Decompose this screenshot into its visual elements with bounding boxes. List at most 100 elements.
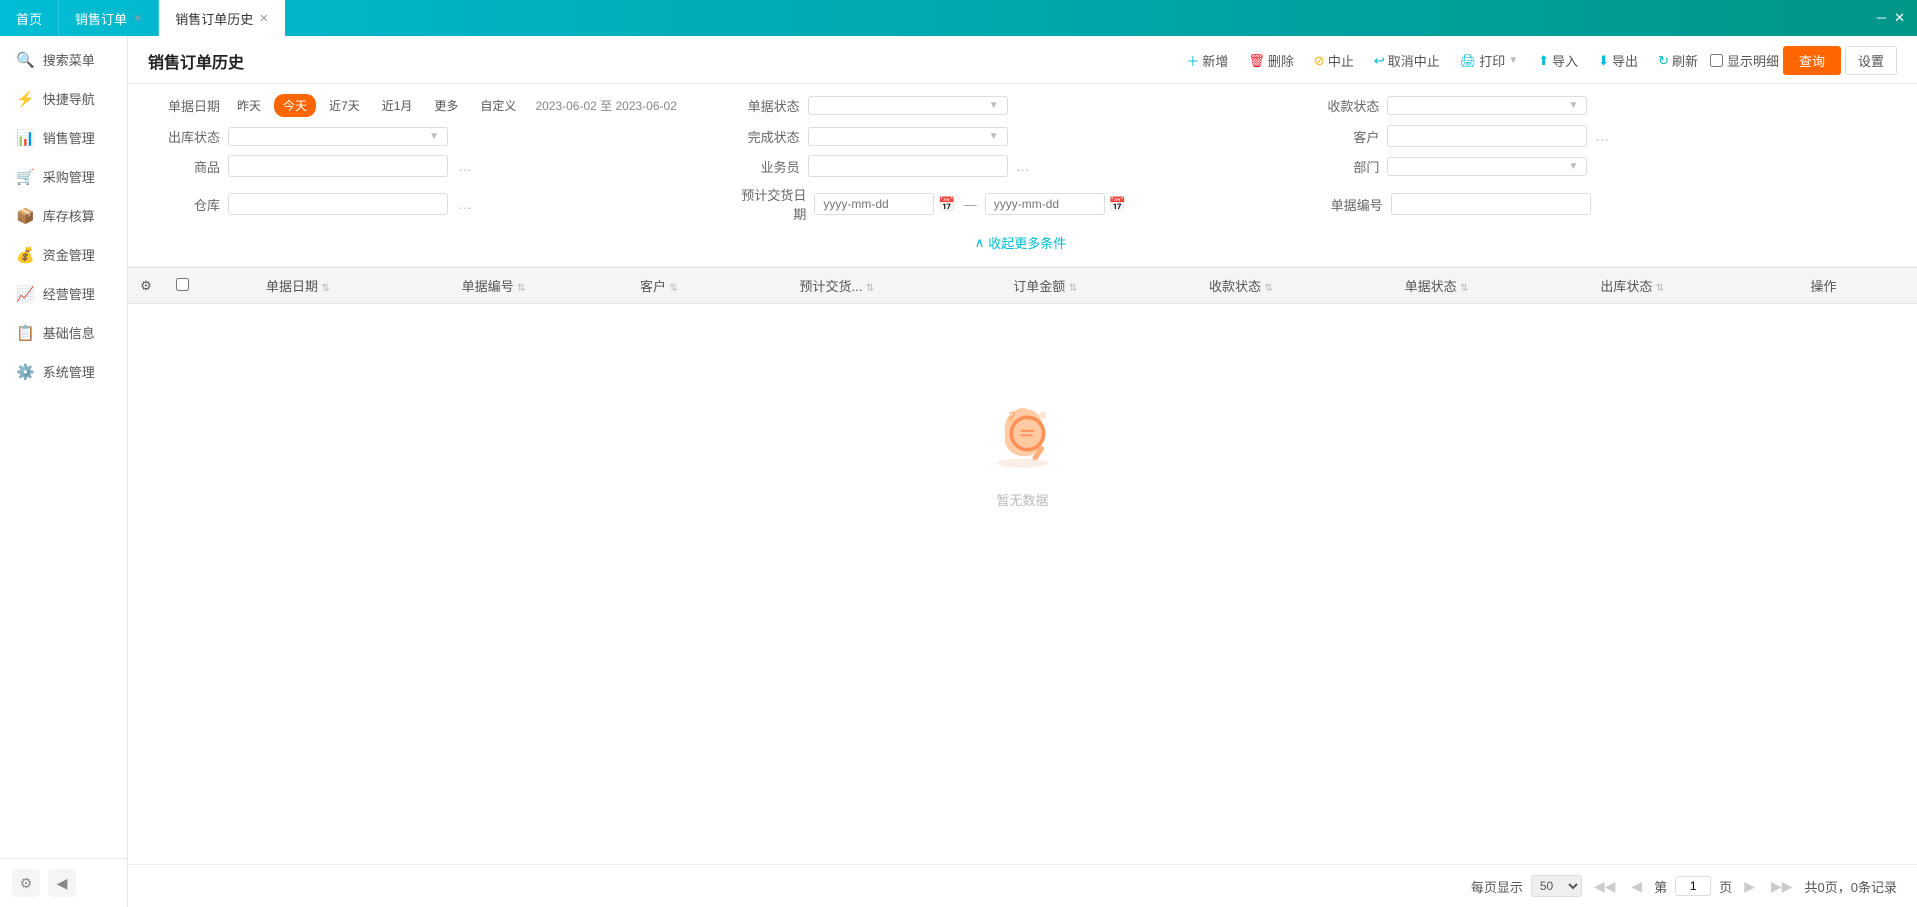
delivery-date-end-input[interactable] [985,193,1105,215]
settings-button[interactable]: 设置 [1845,46,1897,75]
export-button[interactable]: ⬇ 导出 [1590,47,1646,74]
tab-sales-history-label: 销售订单历史 [175,9,253,28]
tab-sales-history[interactable]: 销售订单历史 ✕ [159,0,285,36]
filter-row-1: 单据日期 昨天 今天 近7天 近1月 更多 自定义 2023-06-02 至 2… [148,94,1897,117]
tab-sales-history-close[interactable]: ✕ [259,12,268,25]
sidebar-settings-btn[interactable]: ⚙ [12,869,40,897]
sidebar-collapse-btn[interactable]: ◀ [48,869,76,897]
refresh-button[interactable]: ↻ 刷新 [1650,47,1706,74]
inventory-icon: 📦 [16,207,35,225]
warehouse-control: … [228,193,734,215]
empty-row: ? 暂无数据 [128,304,1917,550]
new-icon: ＋ [1186,51,1199,70]
cancel-stop-button[interactable]: ↩ 取消中止 [1366,47,1448,74]
col-customer[interactable]: 客户 ⇅ [591,268,726,304]
delete-button[interactable]: 🗑 删除 [1240,47,1302,74]
delete-label: 删除 [1268,51,1294,70]
date-shortcut-today[interactable]: 今天 [274,94,316,117]
warehouse-dots-btn[interactable]: … [454,196,476,212]
dept-arrow-icon: ▼ [1568,161,1578,172]
display-cols-input[interactable] [1710,54,1723,67]
display-cols-checkbox[interactable]: 显示明细 [1710,51,1779,70]
page-input[interactable] [1675,876,1711,896]
col-payment-status[interactable]: 收款状态 ⇅ [1143,268,1339,304]
col-doc-status[interactable]: 单据状态 ⇅ [1339,268,1535,304]
col-action: 操作 [1730,268,1917,304]
basic-info-icon: 📋 [16,324,35,342]
sidebar-item-inventory-label: 库存核算 [43,206,95,225]
new-button[interactable]: ＋ 新增 [1178,47,1236,74]
col-no-sort-icon: ⇅ [517,283,525,294]
date-shortcut-more[interactable]: 更多 [425,94,467,117]
tab-sales-order[interactable]: 销售订单 ✕ [59,0,159,36]
page-header: 销售订单历史 ＋ 新增 🗑 删除 ⊘ 中止 ↩ 取消中止 [128,36,1917,84]
close-icon[interactable]: ✕ [1894,10,1905,26]
sidebar-item-inventory[interactable]: 📦 库存核算 [0,196,127,235]
col-out-status[interactable]: 出库状态 ⇅ [1534,268,1730,304]
sidebar-item-system[interactable]: ⚙️ 系统管理 [0,352,127,391]
system-icon: ⚙️ [16,363,35,381]
col-delivery[interactable]: 预计交货... ⇅ [726,268,947,304]
refresh-label: 刷新 [1672,51,1698,70]
query-label: 查询 [1799,54,1825,69]
status-label: 单据状态 [738,96,808,115]
purchase-icon: 🛒 [16,168,35,186]
calendar-start-icon[interactable]: 📅 [938,196,955,213]
query-button[interactable]: 查询 [1783,46,1841,75]
minimize-icon[interactable]: ─ [1877,10,1886,26]
table-header-gear[interactable]: ⚙ [128,268,164,304]
goods-dots-btn[interactable]: … [454,158,476,174]
sidebar-item-operations[interactable]: 📈 经营管理 [0,274,127,313]
date-shortcut-yesterday[interactable]: 昨天 [228,94,270,117]
sidebar-item-sales[interactable]: 📊 销售管理 [0,118,127,157]
page-label-prefix: 第 [1654,877,1667,896]
stop-button[interactable]: ⊘ 中止 [1306,47,1362,74]
payment-select[interactable]: ▼ [1387,96,1587,115]
customer-input[interactable] [1387,125,1587,147]
tab-home[interactable]: 首页 [0,0,59,36]
first-page-btn[interactable]: ◀◀ [1590,876,1620,897]
import-button[interactable]: ⬆ 导入 [1530,47,1586,74]
print-label: 打印 [1479,51,1505,70]
salesman-input[interactable] [808,155,1008,177]
table-header-row: ⚙ 单据日期 ⇅ 单据编号 ⇅ [128,268,1917,304]
customer-dots-btn[interactable]: … [1591,128,1613,144]
sidebar-item-search[interactable]: 🔍 搜索菜单 [0,40,127,79]
calendar-end-icon[interactable]: 📅 [1109,196,1126,213]
customer-control: … [1387,125,1897,147]
tab-sales-order-close[interactable]: ✕ [133,12,142,25]
col-amount[interactable]: 订单金额 ⇅ [947,268,1143,304]
delivery-date-start-input[interactable] [814,193,934,215]
sidebar-item-basic-info[interactable]: 📋 基础信息 [0,313,127,352]
last-page-btn[interactable]: ▶▶ [1767,876,1797,897]
out-warehouse-select[interactable]: ▼ [228,127,448,146]
dept-select[interactable]: ▼ [1387,157,1587,176]
sidebar-item-quick-nav[interactable]: ⚡ 快捷导航 [0,79,127,118]
prev-page-btn[interactable]: ◀ [1627,876,1646,897]
delete-icon: 🗑 [1248,53,1265,69]
col-date[interactable]: 单据日期 ⇅ [200,268,396,304]
warehouse-input[interactable] [228,193,448,215]
sidebar-item-purchase[interactable]: 🛒 采购管理 [0,157,127,196]
sidebar-item-finance[interactable]: 💰 资金管理 [0,235,127,274]
per-page-select[interactable]: 10 20 50 100 [1531,875,1582,897]
collapse-row[interactable]: ∧ 收起更多条件 [148,231,1897,256]
salesman-dots-btn[interactable]: … [1012,158,1034,174]
page-label-suffix: 页 [1719,877,1732,896]
order-no-input[interactable] [1391,193,1591,215]
print-button[interactable]: 🖨 打印 ▼ [1452,47,1526,74]
date-shortcut-custom[interactable]: 自定义 [471,94,525,117]
cancel-stop-icon: ↩ [1374,53,1385,69]
date-shortcut-1month[interactable]: 近1月 [373,94,422,117]
next-page-btn[interactable]: ▶ [1740,876,1759,897]
sidebar-item-basic-info-label: 基础信息 [43,323,95,342]
complete-select[interactable]: ▼ [808,127,1008,146]
select-all-checkbox[interactable] [176,278,189,291]
date-shortcut-7days[interactable]: 近7天 [320,94,369,117]
col-no[interactable]: 单据编号 ⇅ [396,268,592,304]
status-select[interactable]: ▼ [808,96,1008,115]
date-control: 昨天 今天 近7天 近1月 更多 自定义 2023-06-02 至 2023-0… [228,94,738,117]
goods-input[interactable] [228,155,448,177]
table-header-check[interactable] [164,268,200,304]
order-no-label: 单据编号 [1321,195,1391,214]
